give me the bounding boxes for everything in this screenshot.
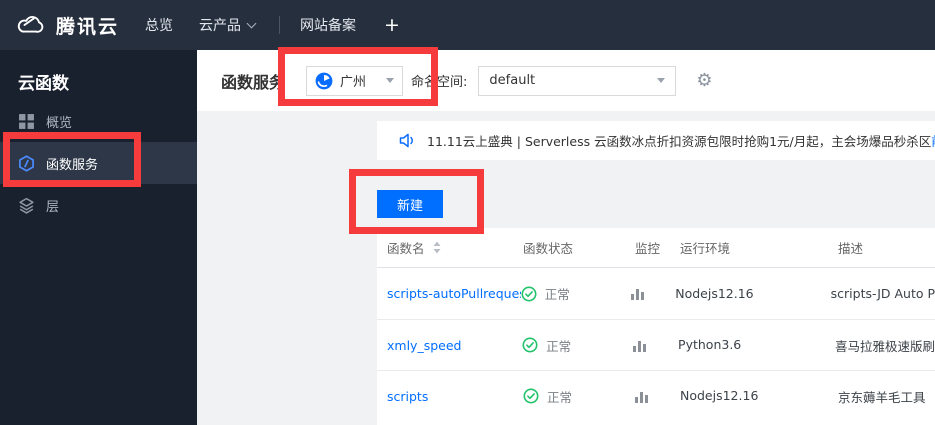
namespace-label: 命名空间: [411, 75, 468, 90]
nav-item-cloud-products[interactable]: 云产品 [199, 15, 257, 35]
brand-name: 腾讯云 [56, 15, 120, 38]
table-header-row: 函数名 函数状态 监控 运行环境 描述 [377, 228, 935, 268]
cloud-logo-icon [16, 14, 46, 36]
function-name-link[interactable]: scripts [387, 389, 428, 404]
function-name-link[interactable]: xmly_speed [387, 338, 461, 353]
announcement-text: 11.11云上盛典 | Serverless 云函数冰点折扣资源包限时抢购1元/… [427, 134, 932, 149]
region-label: 广州 [340, 75, 367, 90]
page-title: 函数服务 [221, 72, 286, 92]
header-function-status: 函数状态 [523, 241, 574, 256]
create-function-button[interactable]: 新建 [377, 190, 443, 218]
header-runtime: 运行环境 [680, 241, 731, 256]
speaker-icon [399, 133, 416, 148]
table-row: xmly_speed 正常 Python3.6 喜马拉雅极速版刷 [377, 319, 935, 370]
monitor-chart-icon[interactable] [630, 287, 645, 300]
nav-divider [279, 16, 281, 34]
page-header: 函数服务 广州 命名空间: default ⚙ [197, 50, 935, 111]
description-text: 喜马拉雅极速版刷 [834, 338, 935, 354]
nav-item-overview[interactable]: 总览 [145, 15, 173, 35]
announcement-go-link[interactable]: 前往 [931, 131, 935, 150]
chevron-down-icon [246, 18, 257, 28]
nav-item-website-icp[interactable]: 网站备案 [300, 15, 356, 35]
description-text: scripts-JD Auto P [830, 285, 935, 301]
namespace-select[interactable]: default [478, 65, 677, 96]
runtime-text: Nodejs12.16 [680, 388, 759, 403]
header-monitor: 监控 [635, 241, 661, 256]
runtime-text: Python3.6 [678, 337, 742, 352]
monitor-chart-icon[interactable] [635, 390, 649, 403]
globe-region-icon [315, 72, 333, 90]
layers-icon [18, 197, 35, 214]
namespace-value: default [489, 73, 536, 88]
sidebar-item-layers[interactable]: 层 [0, 184, 197, 226]
sidebar-item-function-service[interactable]: 函数服务 [0, 142, 197, 184]
status-text: 正常 [546, 338, 572, 354]
table-row: scripts 正常 Nodejs12.16 京东薅羊毛工具 [377, 370, 935, 421]
chevron-down-icon [386, 78, 395, 83]
sidebar: 云函数 概览 函数服务 层 [0, 50, 197, 425]
tencent-cloud-logo[interactable]: 腾讯云 [16, 12, 119, 39]
function-table: 函数名 函数状态 监控 运行环境 描述 scripts-autoPullrequ… [377, 228, 935, 425]
function-name-link[interactable]: scripts-autoPullrequest [387, 286, 521, 301]
header-description: 描述 [838, 241, 864, 256]
status-ok-icon [522, 337, 538, 353]
top-navbar: 腾讯云 总览 云产品 网站备案 + [0, 0, 935, 50]
gear-icon[interactable]: ⚙ [696, 71, 712, 90]
status-ok-icon [523, 388, 539, 404]
region-selector[interactable]: 广州 [306, 65, 404, 96]
announcement-banner: 11.11云上盛典 | Serverless 云函数冰点折扣资源包限时抢购1元/… [377, 121, 935, 160]
status-text: 正常 [544, 287, 570, 302]
sidebar-title: 云函数 [18, 74, 69, 94]
scf-hexagon-icon [18, 154, 35, 172]
nav-add-tab-button[interactable]: + [384, 14, 400, 36]
status-ok-icon [521, 286, 537, 302]
sort-icon[interactable] [433, 241, 441, 254]
status-text: 正常 [547, 389, 573, 405]
monitor-chart-icon[interactable] [633, 339, 647, 352]
description-text: 京东薅羊毛工具 [838, 389, 926, 405]
runtime-text: Nodejs12.16 [675, 285, 754, 301]
grid-icon [18, 113, 35, 130]
table-row: scripts-autoPullrequest 正常 Nodejs12.16 s… [377, 268, 935, 319]
chevron-down-icon [657, 78, 666, 83]
sidebar-item-overview[interactable]: 概览 [0, 100, 197, 142]
header-function-name: 函数名 [377, 238, 523, 257]
